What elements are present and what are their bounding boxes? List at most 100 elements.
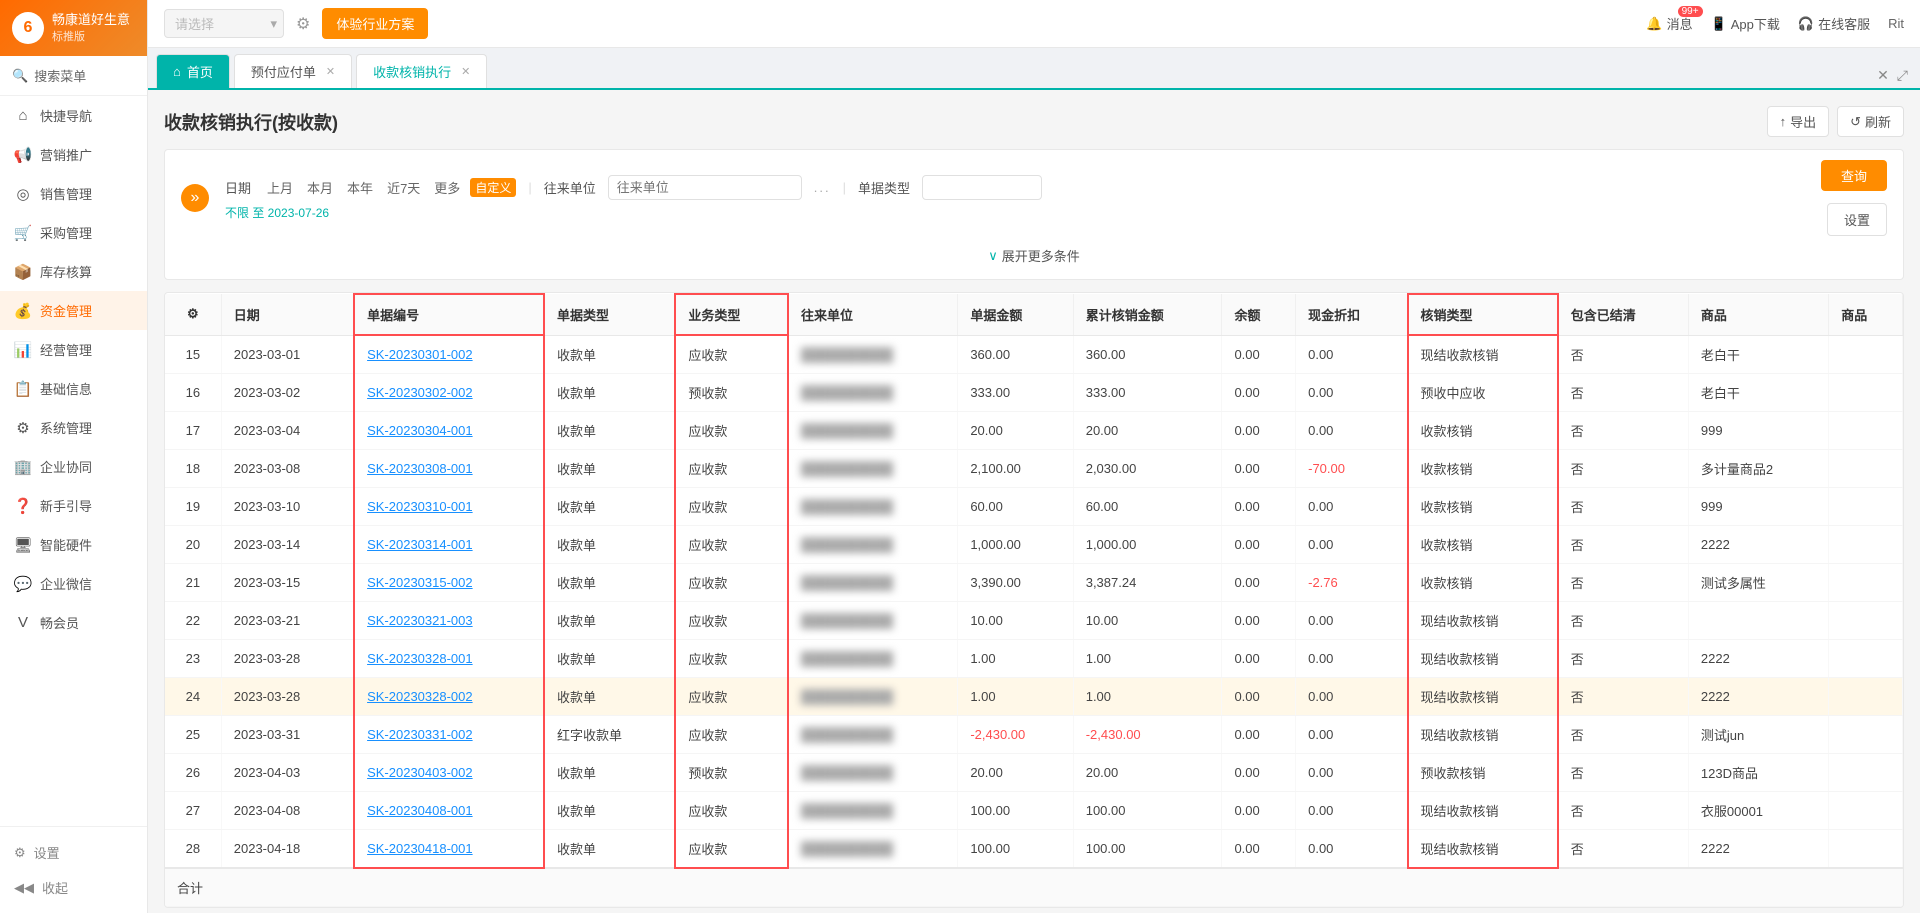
partner-input[interactable]	[608, 175, 802, 200]
messages-count: 99+	[1678, 6, 1703, 17]
cell-cancel-type: 收款核销	[1408, 412, 1558, 450]
more-filters-icon[interactable]: ...	[814, 180, 831, 195]
sidebar-item-system[interactable]: ⚙ 系统管理	[0, 408, 147, 447]
org-selector[interactable]: 请选择 ▾	[164, 9, 284, 38]
sidebar-label-basic: 基础信息	[40, 379, 92, 398]
cell-amount: 1.00	[958, 640, 1073, 678]
cell-goods2	[1829, 526, 1903, 564]
doc-no-link[interactable]: SK-20230304-001	[367, 423, 473, 438]
cell-cancel-type: 现结收款核销	[1408, 830, 1558, 869]
setting-button[interactable]: 设置	[1827, 203, 1887, 236]
messages-badge[interactable]: 🔔 消息 99+	[1646, 14, 1692, 33]
date-this-year[interactable]: 本年	[343, 176, 377, 199]
doc-type-select[interactable]	[922, 175, 1042, 200]
doc-no-link[interactable]: SK-20230301-002	[367, 347, 473, 362]
table-row: 24 2023-03-28 SK-20230328-002 收款单 应收款 ██…	[165, 678, 1903, 716]
doc-no-link[interactable]: SK-20230315-002	[367, 575, 473, 590]
date-custom[interactable]: 自定义	[470, 178, 516, 197]
sidebar-item-marketing[interactable]: 📢 营销推广	[0, 135, 147, 174]
sidebar-item-wechat[interactable]: 💬 企业微信	[0, 564, 147, 603]
cell-doc-type: 收款单	[544, 412, 675, 450]
cell-goods2	[1829, 640, 1903, 678]
export-button[interactable]: ↑ 导出	[1767, 106, 1830, 137]
tabbar: ⌂ 首页 预付应付单 ✕ 收款核销执行 ✕ ✕ ⤢	[148, 48, 1920, 90]
cell-partner: ██████████	[788, 678, 958, 716]
cell-balance: 0.00	[1222, 488, 1296, 526]
date-prev-month[interactable]: 上月	[263, 176, 297, 199]
cell-balance: 0.00	[1222, 374, 1296, 412]
user-name[interactable]: Rit	[1888, 16, 1904, 31]
doc-no-link[interactable]: SK-20230314-001	[367, 537, 473, 552]
topbar-right: 🔔 消息 99+ 📱 App下载 🎧 在线客服 Rit	[1646, 14, 1904, 33]
sidebar-settings[interactable]: ⚙ 设置	[0, 835, 147, 870]
search-menu[interactable]: 🔍 搜索菜单	[0, 56, 147, 96]
separator: |	[528, 180, 531, 195]
sidebar-label-hardware: 智能硬件	[40, 535, 92, 554]
cell-no: 15	[165, 335, 221, 374]
gear-icon[interactable]: ⚙	[296, 14, 310, 34]
cell-doc-type: 收款单	[544, 678, 675, 716]
cell-doc-type: 收款单	[544, 488, 675, 526]
cell-doc-no: SK-20230321-003	[354, 602, 544, 640]
sidebar-item-finance[interactable]: 💰 资金管理	[0, 291, 147, 330]
cell-biz-type: 应收款	[675, 335, 788, 374]
operations-icon: 📊	[14, 341, 32, 359]
sidebar-item-hardware[interactable]: 🖥 智能硬件	[0, 525, 147, 564]
sidebar-item-quick-nav[interactable]: ⌂ 快捷导航	[0, 96, 147, 135]
tab-home[interactable]: ⌂ 首页	[156, 54, 230, 88]
sidebar-item-sales[interactable]: ◎ 销售管理	[0, 174, 147, 213]
tab-expand-icon[interactable]: ⤢	[1893, 63, 1912, 88]
cell-date: 2023-03-15	[221, 564, 354, 602]
cell-balance: 0.00	[1222, 602, 1296, 640]
cell-amount: 3,390.00	[958, 564, 1073, 602]
tab-cancel[interactable]: 收款核销执行 ✕	[356, 54, 487, 88]
cell-cancel-type: 现结收款核销	[1408, 602, 1558, 640]
sidebar-label-inventory: 库存核算	[40, 262, 92, 281]
sidebar-item-member[interactable]: V 畅会员	[0, 603, 147, 642]
sidebar-label-sales: 销售管理	[40, 184, 92, 203]
doc-no-link[interactable]: SK-20230321-003	[367, 613, 473, 628]
doc-no-link[interactable]: SK-20230331-002	[367, 727, 473, 742]
tab-close-all-icon[interactable]: ✕	[1873, 63, 1893, 88]
sidebar-item-operations[interactable]: 📊 经营管理	[0, 330, 147, 369]
doc-no-link[interactable]: SK-20230328-002	[367, 689, 473, 704]
doc-no-link[interactable]: SK-20230403-002	[367, 765, 473, 780]
tab-prepay-close-icon[interactable]: ✕	[326, 65, 335, 78]
finance-icon: 💰	[14, 302, 32, 320]
doc-no-link[interactable]: SK-20230302-002	[367, 385, 473, 400]
table-row: 27 2023-04-08 SK-20230408-001 收款单 应收款 ██…	[165, 792, 1903, 830]
solution-button[interactable]: 体验行业方案	[322, 8, 428, 39]
online-support[interactable]: 🎧 在线客服	[1798, 14, 1870, 33]
doc-no-link[interactable]: SK-20230418-001	[367, 841, 473, 856]
table-row: 15 2023-03-01 SK-20230301-002 收款单 应收款 ██…	[165, 335, 1903, 374]
cell-biz-type: 应收款	[675, 678, 788, 716]
sidebar-item-purchase[interactable]: 🛒 采购管理	[0, 213, 147, 252]
doc-no-link[interactable]: SK-20230408-001	[367, 803, 473, 818]
cell-doc-no: SK-20230328-002	[354, 678, 544, 716]
cell-no: 21	[165, 564, 221, 602]
sidebar-item-basic[interactable]: 📋 基础信息	[0, 369, 147, 408]
doc-no-link[interactable]: SK-20230308-001	[367, 461, 473, 476]
cell-include-settled: 否	[1558, 412, 1689, 450]
sidebar-collapse[interactable]: ◀◀ 收起	[0, 870, 147, 905]
date-7-days[interactable]: 近7天	[383, 176, 424, 199]
cell-goods2	[1829, 716, 1903, 754]
sidebar-item-inventory[interactable]: 📦 库存核算	[0, 252, 147, 291]
date-more[interactable]: 更多	[430, 176, 464, 199]
filter-toggle-button[interactable]: »	[181, 184, 209, 212]
cell-no: 16	[165, 374, 221, 412]
cell-doc-type: 收款单	[544, 564, 675, 602]
refresh-button[interactable]: ↺ 刷新	[1837, 106, 1904, 137]
sidebar-item-guide[interactable]: ❓ 新手引导	[0, 486, 147, 525]
date-this-month[interactable]: 本月	[303, 176, 337, 199]
doc-no-link[interactable]: SK-20230310-001	[367, 499, 473, 514]
app-download[interactable]: 📱 App下载	[1711, 14, 1780, 33]
cell-goods2	[1829, 564, 1903, 602]
query-button[interactable]: 查询	[1821, 160, 1887, 191]
tab-prepay[interactable]: 预付应付单 ✕	[234, 54, 352, 88]
expand-more-button[interactable]: ∨ 展开更多条件	[984, 242, 1084, 269]
doc-no-link[interactable]: SK-20230328-001	[367, 651, 473, 666]
sidebar-label-purchase: 采购管理	[40, 223, 92, 242]
sidebar-item-enterprise[interactable]: 🏢 企业协同	[0, 447, 147, 486]
tab-cancel-close-icon[interactable]: ✕	[461, 65, 470, 78]
